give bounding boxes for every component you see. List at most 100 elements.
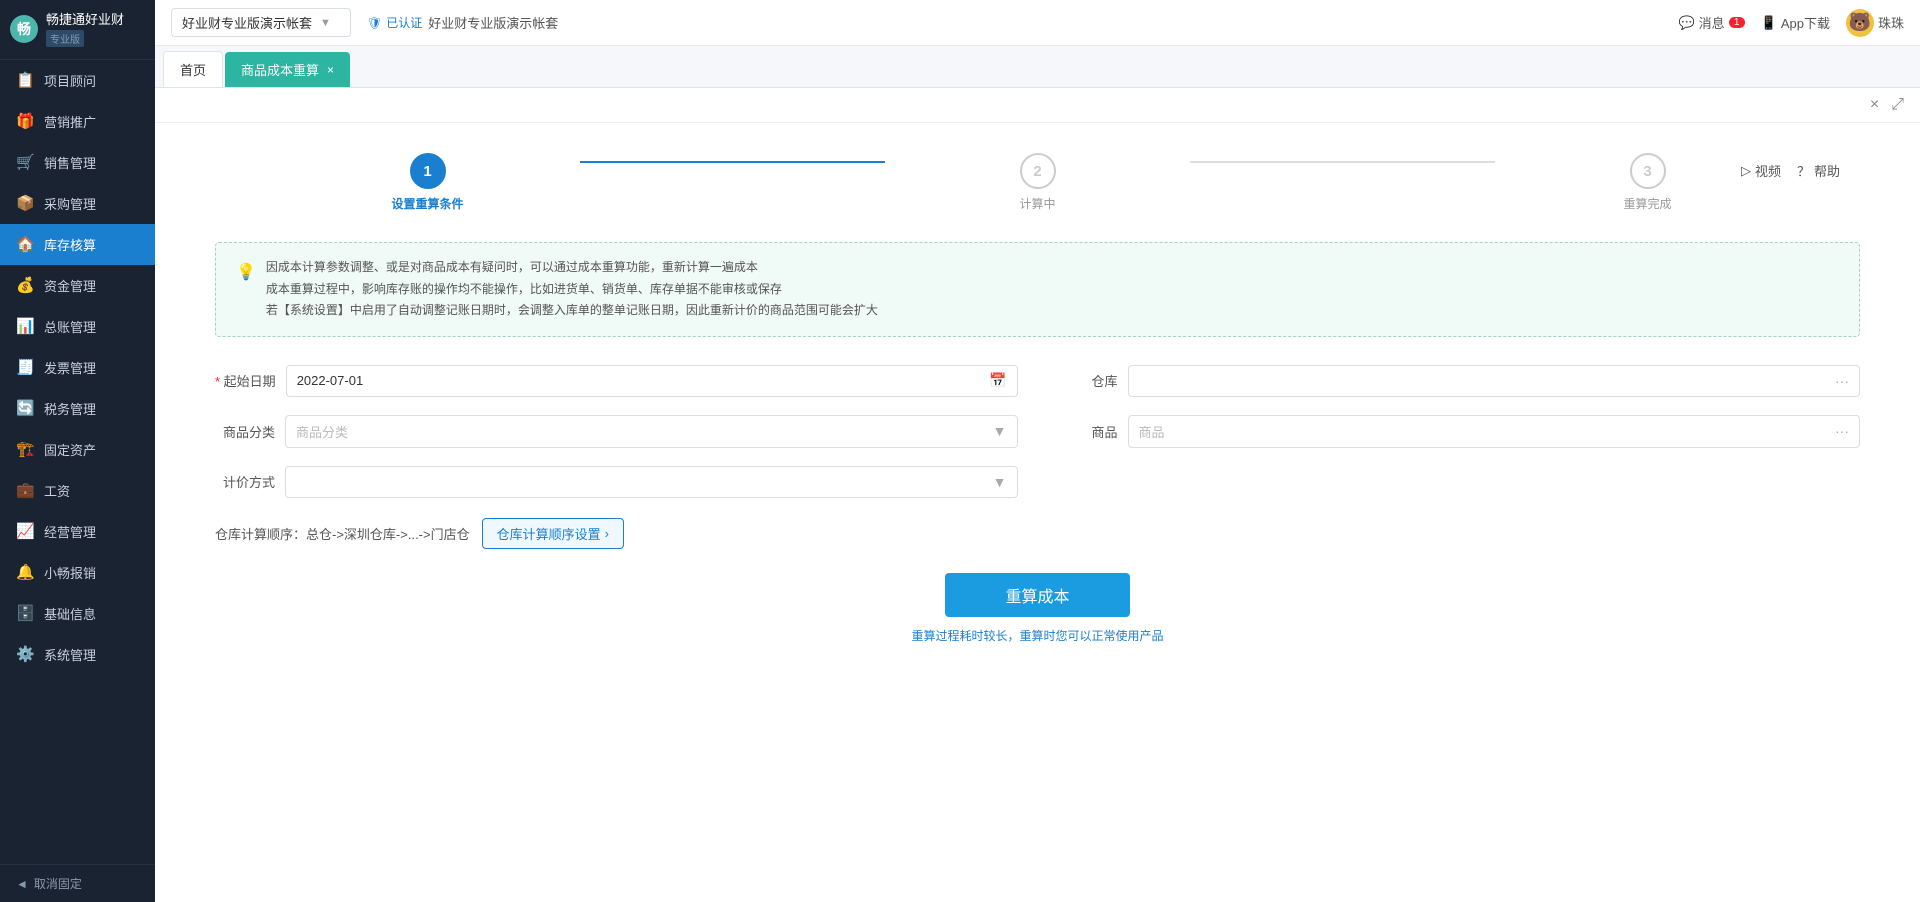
chevron-right-icon: › [605, 526, 609, 541]
zijin-icon: 💰 [16, 276, 34, 294]
app-subtitle: 专业版 [46, 30, 84, 47]
category-row: 商品分类 商品分类 ▼ [215, 415, 1018, 448]
gongzi-icon: 💼 [16, 481, 34, 499]
more-icon: ··· [1835, 373, 1849, 389]
warehouse-order-row: 仓库计算顺序：总仓->深圳仓库->...->门店仓 仓库计算顺序设置 › [215, 518, 1860, 549]
fapiao-icon: 🧾 [16, 358, 34, 376]
expand-window-button[interactable]: ⤢ [1891, 96, 1904, 114]
sidebar-footer-label: 取消固定 [34, 875, 82, 892]
user-avatar[interactable]: 🐻 珠珠 [1846, 9, 1904, 37]
sidebar-item-label: 工资 [44, 481, 70, 500]
step-3: 3 重算完成 [1495, 153, 1800, 212]
sidebar-item-label: 库存核算 [44, 235, 96, 254]
sidebar-item-jingying[interactable]: 📈 经营管理 [0, 511, 155, 552]
xiaoshou-icon: 🛒 [16, 153, 34, 171]
message-badge: 1 [1729, 17, 1745, 28]
warehouse-order-label: 仓库计算顺序：总仓->深圳仓库->...->门店仓 [215, 524, 470, 543]
tab-close-icon[interactable]: × [327, 63, 334, 77]
sidebar-item-xiaochang[interactable]: 🔔 小畅报销 [0, 552, 155, 593]
user-name: 珠珠 [1878, 13, 1904, 32]
sidebar-item-label: 项目顾问 [44, 71, 96, 90]
sidebar-item-label: 销售管理 [44, 153, 96, 172]
goods-input[interactable]: 商品 ··· [1128, 415, 1861, 448]
message-button[interactable]: 💬 消息 1 [1678, 13, 1744, 32]
sidebar-item-xiangmu[interactable]: 📋 项目顾问 [0, 60, 155, 101]
sidebar-item-kucun[interactable]: 🏠 库存核算 [0, 224, 155, 265]
sidebar-item-fapiao[interactable]: 🧾 发票管理 [0, 347, 155, 388]
sidebar-item-yingxiao[interactable]: 🎁 营销推广 [0, 101, 155, 142]
info-line-3: 若【系统设置】中启用了自动调整记账日期时，会调整入库单的整单记账日期，因此重新计… [266, 300, 878, 322]
sidebar-item-label: 营销推广 [44, 112, 96, 131]
warehouse-order-settings-button[interactable]: 仓库计算顺序设置 › [482, 518, 624, 549]
sidebar-item-label: 发票管理 [44, 358, 96, 377]
topbar-left: 好业财专业版演示帐套 ▼ 🛡 已认证 好业财专业版演示帐套 [171, 8, 1678, 37]
message-label: 消息 [1699, 13, 1725, 32]
sidebar-collapse-button[interactable]: ◄ 取消固定 [0, 864, 155, 902]
pricing-input[interactable]: ▼ [285, 466, 1018, 498]
xiaochang-icon: 🔔 [16, 563, 34, 581]
app-download-label: App下载 [1781, 13, 1830, 32]
sidebar-item-zongzhang[interactable]: 📊 总账管理 [0, 306, 155, 347]
step-2-label: 计算中 [1019, 195, 1055, 212]
account-name: 好业财专业版演示帐套 [182, 13, 312, 32]
chevron-down-icon: ▼ [993, 474, 1007, 490]
start-date-input[interactable]: 2022-07-01 📅 [286, 365, 1018, 397]
goods-label: 商品 [1058, 422, 1118, 441]
step-1-number: 1 [423, 163, 431, 180]
sidebar-header: 畅 畅捷通好业财 专业版 [0, 0, 155, 60]
topbar: 好业财专业版演示帐套 ▼ 🛡 已认证 好业财专业版演示帐套 💬 消息 1 📱 A… [155, 0, 1920, 46]
info-line-1: 因成本计算参数调整、或是对商品成本有疑问时，可以通过成本重算功能，重新计算一遍成… [266, 257, 878, 279]
sidebar-item-zijin[interactable]: 💰 资金管理 [0, 265, 155, 306]
info-text: 因成本计算参数调整、或是对商品成本有疑问时，可以通过成本重算功能，重新计算一遍成… [266, 257, 878, 322]
category-input[interactable]: 商品分类 ▼ [285, 415, 1018, 448]
recalc-button[interactable]: 重算成本 [945, 573, 1129, 617]
app-download-button[interactable]: 📱 App下载 [1761, 13, 1830, 32]
sidebar-item-label: 采购管理 [44, 194, 96, 213]
help-button[interactable]: ？ 帮助 [1797, 161, 1840, 180]
sidebar-item-gongzi[interactable]: 💼 工资 [0, 470, 155, 511]
xitong-icon: ⚙️ [16, 645, 34, 663]
sidebar-item-jichu[interactable]: 🗄️ 基础信息 [0, 593, 155, 634]
step-2-number: 2 [1033, 163, 1041, 180]
chevron-down-icon: ▼ [993, 423, 1007, 439]
start-date-label: 起始日期 [215, 371, 276, 390]
more-icon: ··· [1835, 423, 1849, 439]
tab-home[interactable]: 首页 [163, 51, 223, 87]
form-grid: 起始日期 2022-07-01 📅 仓库 ··· [215, 365, 1860, 498]
sidebar-item-label: 固定资产 [44, 440, 96, 459]
step-2: 2 计算中 [885, 153, 1190, 212]
calendar-icon: 📅 [989, 372, 1006, 389]
goods-placeholder: 商品 [1139, 422, 1165, 441]
jingying-icon: 📈 [16, 522, 34, 540]
start-date-row: 起始日期 2022-07-01 📅 [215, 365, 1018, 397]
topbar-right: 💬 消息 1 📱 App下载 🐻 珠珠 [1678, 9, 1904, 37]
step-line-2 [1190, 161, 1495, 163]
app-logo-icon: 畅 [10, 15, 38, 43]
sidebar-item-xiaoshou[interactable]: 🛒 销售管理 [0, 142, 155, 183]
step-3-label: 重算完成 [1623, 195, 1671, 212]
account-selector[interactable]: 好业财专业版演示帐套 ▼ [171, 8, 351, 37]
inner-content: ▷ 视频 ？ 帮助 1 设置重算条 [155, 123, 1920, 902]
tab-recalc[interactable]: 商品成本重算 × [225, 52, 350, 87]
verified-badge: 🛡 已认证 [367, 14, 422, 31]
recalc-hint: 重算过程耗时较长，重算时您可以正常使用产品 [911, 627, 1163, 644]
category-placeholder: 商品分类 [296, 422, 348, 441]
warehouse-input[interactable]: ··· [1128, 365, 1861, 397]
info-icon: 💡 [236, 259, 256, 322]
sidebar-item-gudingzichan[interactable]: 🏗️ 固定资产 [0, 429, 155, 470]
sidebar-item-caigou[interactable]: 📦 采购管理 [0, 183, 155, 224]
tabbar: 首页 商品成本重算 × [155, 46, 1920, 88]
collapse-icon: ◄ [16, 877, 28, 891]
info-line-2: 成本重算过程中，影响库存账的操作均不能操作，比如进货单、销货单、库存单据不能审核… [266, 279, 878, 301]
recalc-section: 重算成本 重算过程耗时较长，重算时您可以正常使用产品 [215, 573, 1860, 644]
sidebar-item-label: 系统管理 [44, 645, 96, 664]
page-window: × ⤢ ▷ 视频 ？ 帮助 [155, 88, 1920, 902]
sidebar-item-shuiwu[interactable]: 🔄 税务管理 [0, 388, 155, 429]
warehouse-order-btn-label: 仓库计算顺序设置 [497, 524, 601, 543]
close-window-button[interactable]: × [1870, 96, 1879, 114]
content-area: × ⤢ ▷ 视频 ？ 帮助 [155, 88, 1920, 902]
sidebar-item-xitong[interactable]: ⚙️ 系统管理 [0, 634, 155, 675]
tab-recalc-label: 商品成本重算 [241, 60, 319, 79]
info-box: 💡 因成本计算参数调整、或是对商品成本有疑问时，可以通过成本重算功能，重新计算一… [215, 242, 1860, 337]
gudingzichan-icon: 🏗️ [16, 440, 34, 458]
